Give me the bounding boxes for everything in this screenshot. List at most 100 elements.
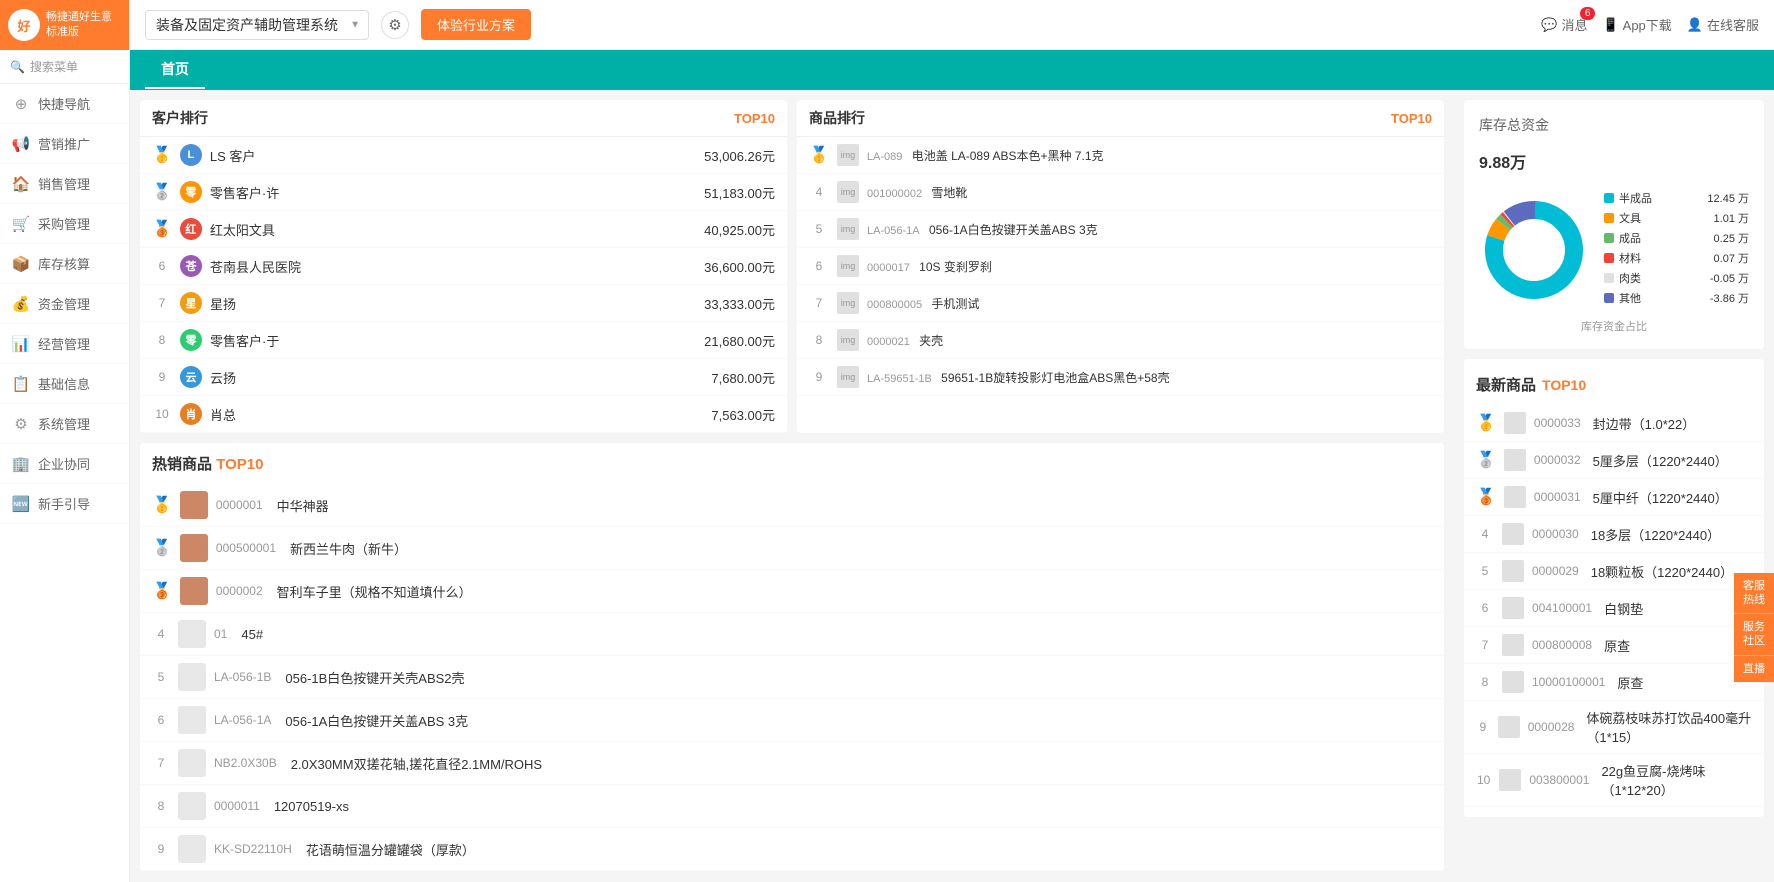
sales-icon: 🏠	[12, 175, 30, 193]
product-code: 0000030	[1532, 527, 1579, 541]
customer-avatar: 苍	[180, 255, 202, 277]
customer-avatar: 肖	[180, 403, 202, 425]
product-thumbnail	[1504, 486, 1526, 508]
legend-item: 半成品 12.45 万	[1604, 190, 1749, 206]
legend-dot	[1604, 273, 1614, 283]
product-thumbnail	[1499, 769, 1521, 791]
middle-panels: 客户排行 TOP10 🥇 L LS 客户 53,006.26元🥈 零 零售客户·…	[130, 90, 1454, 882]
sidebar-item-sales[interactable]: 🏠 销售管理	[0, 164, 129, 204]
customer-avatar: 云	[180, 366, 202, 388]
product-code: 10000100001	[1532, 675, 1605, 689]
feedback-float-button[interactable]: 直播	[1734, 656, 1774, 682]
customer-ranking-list: 🥇 L LS 客户 53,006.26元🥈 零 零售客户·许 51,183.00…	[140, 137, 787, 433]
inventory-amount: 9.88万	[1479, 143, 1749, 175]
customer-avatar: L	[180, 144, 202, 166]
customer-row: 7 星 星扬 33,333.00元	[140, 285, 787, 322]
product-name: 10S 变刹罗刹	[919, 260, 992, 274]
sidebar-item-enterprise[interactable]: 🏢 企业协同	[0, 444, 129, 484]
product-code: 000500001	[216, 541, 276, 555]
tab-home[interactable]: 首页	[145, 51, 205, 89]
product-code: 0000021	[867, 336, 910, 348]
rank-number: 5	[152, 670, 170, 684]
content-body: 客户排行 TOP10 🥇 L LS 客户 53,006.26元🥈 零 零售客户·…	[130, 90, 1774, 882]
sidebar-label-marketing: 营销推广	[38, 134, 90, 153]
legend-label: 成品	[1619, 230, 1709, 246]
legend-label: 半成品	[1619, 190, 1702, 206]
medal-icon: 🥈	[1476, 450, 1496, 470]
main-area: 装备及固定资产辅助管理系统 ⚙ 体验行业方案 💬 消息 6 📱 App下载 👤 …	[130, 0, 1774, 882]
product-info: LA-089 电池盖 LA-089 ABS本色+黑种 7.1克	[867, 147, 1432, 164]
sidebar-item-purchase[interactable]: 🛒 采购管理	[0, 204, 129, 244]
sidebar-item-marketing[interactable]: 📢 营销推广	[0, 124, 129, 164]
legend-item: 材料 0.07 万	[1604, 250, 1749, 266]
product-thumbnail	[1502, 671, 1524, 693]
header: 装备及固定资产辅助管理系统 ⚙ 体验行业方案 💬 消息 6 📱 App下载 👤 …	[130, 0, 1774, 50]
legend-label: 其他	[1619, 290, 1705, 306]
legend-dot	[1604, 253, 1614, 263]
customer-service-float-button[interactable]: 客服热线	[1734, 573, 1774, 615]
donut-chart	[1479, 195, 1589, 305]
hot-product-row: 9 KK-SD22110H 花语萌恒温分罐罐袋（厚款）	[140, 828, 1444, 871]
product-code: 003800001	[1529, 773, 1589, 787]
product-thumb: img	[837, 181, 859, 203]
product-code: 000800008	[1532, 638, 1592, 652]
sidebar-item-quick-nav[interactable]: ⊕ 快捷导航	[0, 84, 129, 124]
product-name: 5厘多层（1220*2440）	[1593, 451, 1728, 470]
product-ranking-list: 🥇 img LA-089 电池盖 LA-089 ABS本色+黑种 7.1克 4 …	[797, 137, 1444, 396]
app-download-button[interactable]: 📱 App下载	[1602, 15, 1671, 34]
hot-products-panel: 热销商品 TOP10 🥇 0000001 中华神器🥈 000500001 新西兰…	[140, 443, 1444, 871]
product-name: 056-1A白色按键开关盖ABS 3克	[929, 223, 1098, 237]
message-icon: 💬	[1541, 17, 1557, 33]
product-code: LA-056-1A	[214, 713, 271, 727]
inventory-title: 库存总资金	[1479, 115, 1749, 135]
rank-number: 8	[1476, 675, 1494, 689]
trial-button[interactable]: 体验行业方案	[421, 9, 531, 40]
product-name: 封边带（1.0*22）	[1593, 414, 1696, 433]
rank-number: 4	[1476, 527, 1494, 541]
legend-label: 文具	[1619, 210, 1709, 226]
product-name: 45#	[241, 627, 263, 642]
customer-amount: 40,925.00元	[704, 220, 775, 239]
inventory-icon: 📦	[12, 255, 30, 273]
product-thumbnail	[1498, 716, 1520, 738]
sidebar-item-system[interactable]: ⚙ 系统管理	[0, 404, 129, 444]
message-button[interactable]: 💬 消息 6	[1541, 15, 1587, 34]
product-thumb: img	[837, 218, 859, 240]
product-name: 体碗荔枝味苏打饮品400毫升（1*15）	[1586, 708, 1752, 746]
product-thumbnail	[180, 577, 208, 605]
customer-name: 零售客户·于	[210, 331, 696, 350]
product-thumbnail	[1502, 560, 1524, 582]
product-row: 🥇 img LA-089 电池盖 LA-089 ABS本色+黑种 7.1克	[797, 137, 1444, 174]
sidebar-item-basic-info[interactable]: 📋 基础信息	[0, 364, 129, 404]
customer-row: 9 云 云扬 7,680.00元	[140, 359, 787, 396]
sidebar-item-guide[interactable]: 🆕 新手引导	[0, 484, 129, 524]
finance-icon: 💰	[12, 295, 30, 313]
product-code: 0000017	[867, 262, 910, 274]
customer-name: 肖总	[210, 405, 703, 424]
service-community-float-button[interactable]: 服务社区	[1734, 614, 1774, 656]
hot-products-header: 热销商品 TOP10	[140, 443, 1444, 484]
donut-legend: 半成品 12.45 万 文具 1.01 万 成品 0.25 万 材料 0.07 …	[1604, 190, 1749, 310]
legend-dot	[1604, 293, 1614, 303]
product-thumbnail	[1504, 412, 1526, 434]
sidebar-item-finance[interactable]: 💰 资金管理	[0, 284, 129, 324]
product-code: 000800005	[867, 299, 922, 311]
online-service-button[interactable]: 👤 在线客服	[1687, 15, 1759, 34]
customer-ranking-panel: 客户排行 TOP10 🥇 L LS 客户 53,006.26元🥈 零 零售客户·…	[140, 100, 787, 433]
product-thumbnail	[178, 792, 206, 820]
hot-product-row: 🥈 000500001 新西兰牛肉（新牛）	[140, 527, 1444, 570]
rank-number: 4	[809, 185, 829, 199]
sidebar-item-inventory[interactable]: 📦 库存核算	[0, 244, 129, 284]
product-name: 18颗粒板（1220*2440）	[1591, 562, 1733, 581]
new-product-row: 7 000800008 原查	[1464, 627, 1764, 664]
product-ranking-top: TOP10	[1391, 111, 1432, 126]
product-code: 0000033	[1534, 416, 1581, 430]
settings-icon[interactable]: ⚙	[381, 11, 409, 39]
product-name: 电池盖 LA-089 ABS本色+黑种 7.1克	[912, 149, 1104, 163]
product-thumb: img	[837, 255, 859, 277]
search-menu[interactable]: 🔍 搜索菜单	[0, 50, 129, 84]
search-icon: 🔍	[10, 60, 25, 74]
new-products-list: 🥇 0000033 封边带（1.0*22）🥈 0000032 5厘多层（1220…	[1464, 405, 1764, 807]
sidebar-item-operation[interactable]: 📊 经营管理	[0, 324, 129, 364]
system-name-selector[interactable]: 装备及固定资产辅助管理系统	[145, 10, 369, 40]
